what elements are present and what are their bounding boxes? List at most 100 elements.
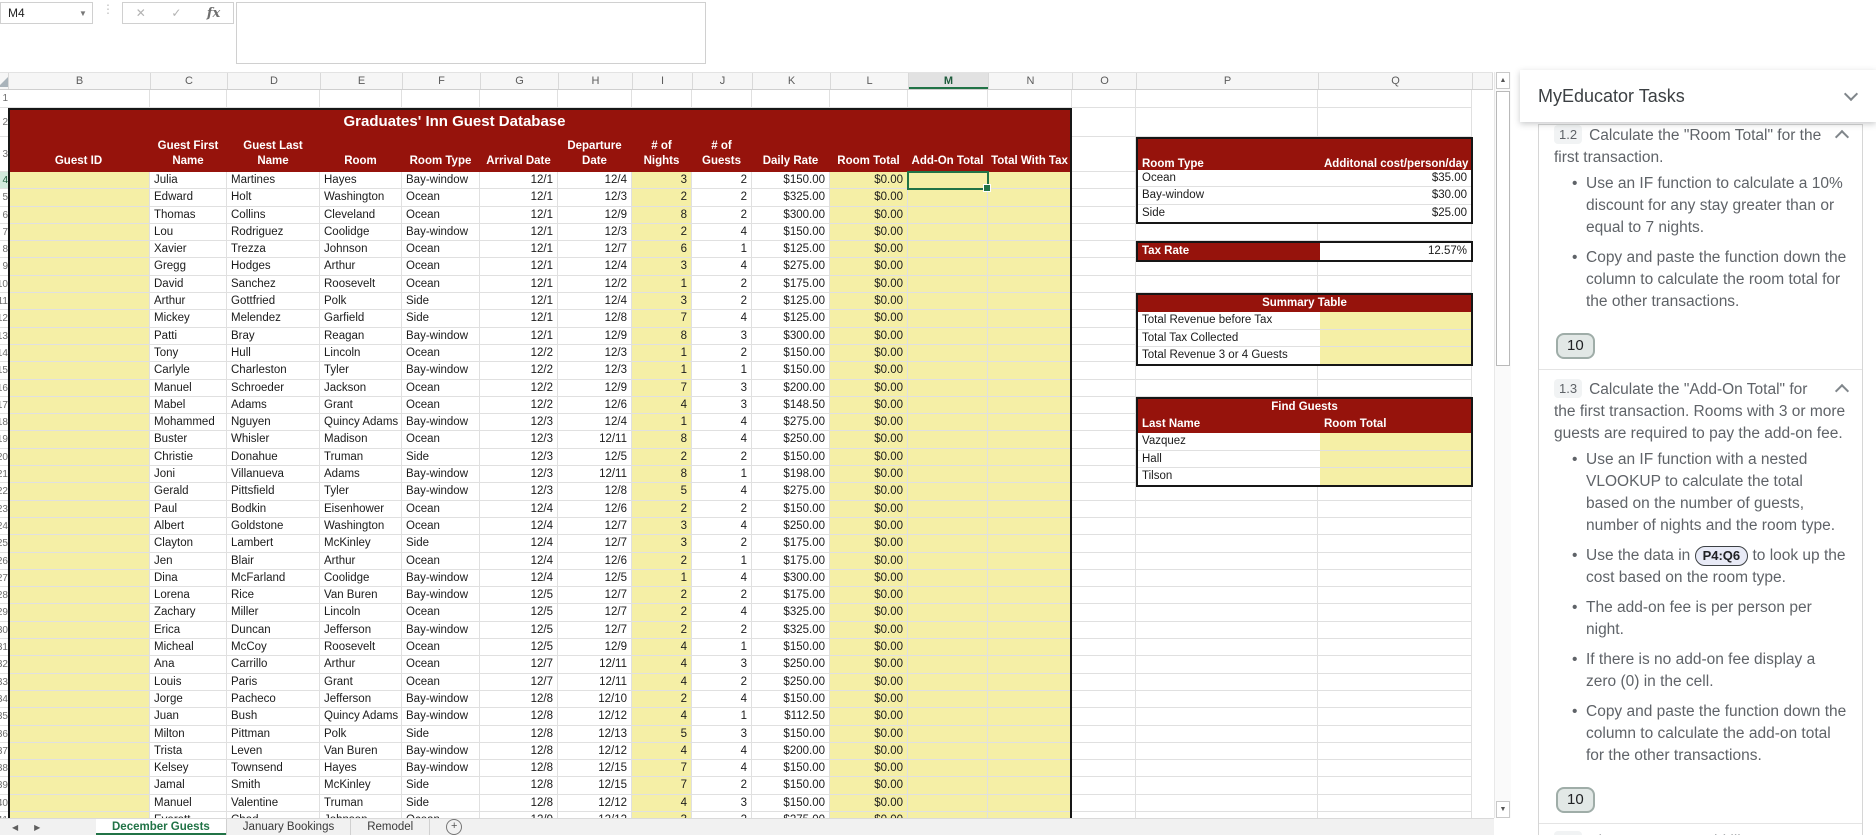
chevron-down-icon[interactable]: ▼ (74, 9, 92, 18)
sheet-tab-remodel[interactable]: Remodel (351, 819, 431, 835)
cell[interactable]: $198.00 (752, 466, 830, 484)
cell[interactable] (1072, 517, 1136, 536)
vertical-scroll-thumb[interactable] (1496, 91, 1510, 366)
cell[interactable]: 12/11 (558, 656, 632, 674)
cell[interactable]: Bay-window (402, 621, 480, 640)
cell[interactable] (1072, 362, 1136, 380)
row-header-17[interactable]: 17 (0, 397, 8, 415)
cell[interactable]: $275.00 (752, 483, 830, 501)
cell[interactable] (1072, 293, 1136, 311)
cell[interactable]: 12/8 (558, 483, 632, 501)
cell[interactable]: $150.00 (752, 725, 830, 743)
column-header-L[interactable]: L (831, 73, 909, 89)
cell[interactable] (1136, 569, 1318, 588)
cell[interactable]: Trista (150, 742, 227, 761)
cell[interactable]: 7 (632, 760, 692, 778)
cell[interactable]: 12/11 (558, 431, 632, 449)
cell[interactable]: 4 (692, 760, 752, 778)
row-header-36[interactable]: 36 (0, 726, 8, 743)
cell[interactable]: Johnson (320, 241, 402, 259)
cell[interactable] (8, 500, 150, 518)
cell[interactable]: $150.00 (752, 639, 830, 657)
cell[interactable]: 3 (632, 258, 692, 276)
cell[interactable]: 4 (692, 310, 752, 328)
cell[interactable] (1136, 742, 1318, 761)
cell[interactable]: Jefferson (320, 690, 402, 709)
cell[interactable]: Joni (150, 466, 227, 484)
cell[interactable] (1136, 604, 1318, 622)
cell[interactable]: 2 (692, 275, 752, 294)
cell[interactable]: 12/1 (480, 241, 558, 259)
cell[interactable] (908, 206, 988, 224)
cell[interactable]: $0.00 (830, 673, 908, 691)
cell[interactable]: Micheal (150, 639, 227, 657)
cell[interactable] (1072, 535, 1136, 553)
cell[interactable]: $0.00 (830, 656, 908, 674)
cell[interactable]: 2 (632, 552, 692, 570)
cell[interactable] (8, 673, 150, 691)
cell[interactable] (908, 587, 988, 605)
cell[interactable]: Sanchez (227, 275, 320, 294)
cell[interactable]: Ocean (402, 639, 480, 657)
row-header-8[interactable]: 8 (0, 241, 8, 259)
cell[interactable]: Jefferson (320, 621, 402, 640)
cell[interactable]: 3 (692, 327, 752, 345)
cell[interactable]: 12/6 (558, 500, 632, 518)
cell[interactable]: 12/12 (558, 794, 632, 812)
cell[interactable]: Zachary (150, 604, 227, 622)
cell[interactable]: $0.00 (830, 189, 908, 207)
cell[interactable]: Ana (150, 656, 227, 674)
row-header-41[interactable]: 41 (0, 812, 8, 818)
cell[interactable]: Rodriguez (227, 223, 320, 242)
cell[interactable]: $125.00 (752, 293, 830, 311)
cell[interactable] (8, 362, 150, 380)
cell[interactable] (8, 258, 150, 276)
cell[interactable] (8, 569, 150, 588)
cell[interactable]: 12/7 (558, 587, 632, 605)
cell[interactable]: Gottfried (227, 293, 320, 311)
cell[interactable]: Ocean (402, 396, 480, 415)
cell[interactable]: Ocean (402, 189, 480, 207)
cell[interactable] (8, 344, 150, 363)
cell[interactable]: 1 (692, 708, 752, 726)
cell[interactable]: $250.00 (752, 656, 830, 674)
row-header-40[interactable]: 40 (0, 795, 8, 812)
cell[interactable]: Ocean (402, 552, 480, 570)
cell[interactable]: 8 (632, 327, 692, 345)
cell[interactable]: $0.00 (830, 535, 908, 553)
tab-nav-left-icon[interactable]: ◀ (12, 823, 18, 832)
cell[interactable] (8, 742, 150, 761)
cell[interactable] (1318, 535, 1472, 553)
cell[interactable] (1318, 656, 1472, 674)
cell[interactable]: $300.00 (752, 206, 830, 224)
cell[interactable] (908, 725, 988, 743)
cell[interactable] (8, 656, 150, 674)
cell[interactable]: 2 (692, 587, 752, 605)
cell[interactable]: $0.00 (830, 517, 908, 536)
cell[interactable] (908, 794, 988, 812)
cell[interactable]: $325.00 (752, 189, 830, 207)
cell[interactable]: Tony (150, 344, 227, 363)
cell[interactable] (8, 275, 150, 294)
cell[interactable] (1136, 777, 1318, 795)
cell[interactable]: Ocean (402, 673, 480, 691)
cell[interactable] (227, 90, 320, 108)
cell[interactable]: Cleveland (320, 206, 402, 224)
chevron-up-icon[interactable] (1834, 383, 1850, 399)
cell[interactable]: 2 (692, 206, 752, 224)
cell[interactable]: 12/7 (480, 656, 558, 674)
cell[interactable]: 12/9 (558, 379, 632, 397)
cell[interactable]: 12/9 (558, 327, 632, 345)
cell[interactable]: 7 (632, 379, 692, 397)
cell[interactable] (1318, 500, 1472, 518)
cell[interactable]: 12/1 (480, 310, 558, 328)
cell[interactable]: Bay-window (402, 569, 480, 588)
fill-handle[interactable] (983, 184, 991, 192)
cell[interactable] (1072, 777, 1136, 795)
cell[interactable] (1136, 535, 1318, 553)
cell[interactable]: Ocean (402, 258, 480, 276)
cell[interactable] (988, 552, 1072, 570)
cell[interactable]: $0.00 (830, 639, 908, 657)
cell[interactable]: Ocean (402, 344, 480, 363)
cell[interactable]: Ocean (402, 604, 480, 622)
